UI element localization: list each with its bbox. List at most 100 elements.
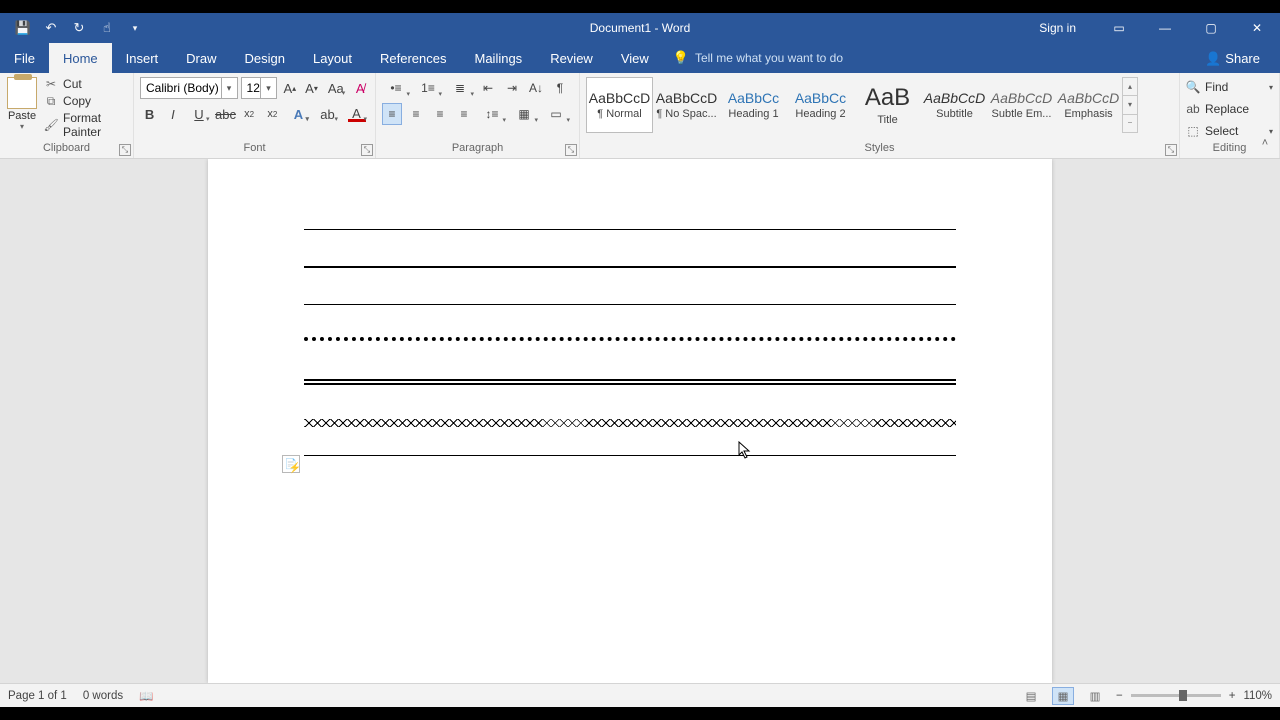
paste-button[interactable]: Paste ▾ [6,77,38,131]
zoom-level[interactable]: 110% [1243,690,1272,702]
style--normal[interactable]: AaBbCcD¶ Normal [586,77,653,133]
format-painter-button[interactable]: 🖌Format Painter [44,111,127,139]
numbering-button[interactable]: 1≡ [414,77,442,99]
spellcheck-icon[interactable]: 📖 [139,689,153,703]
sort-button[interactable]: A↓ [526,77,546,99]
cut-button[interactable]: ✂Cut [44,77,127,91]
show-marks-button[interactable]: ¶ [550,77,570,99]
grow-font-button[interactable]: A▴ [281,77,299,99]
share-button[interactable]: 👤 Share [1193,43,1272,73]
font-dialog-launcher[interactable]: ⤡ [361,144,373,156]
chevron-down-icon[interactable]: ▾ [260,78,276,98]
style-sample: AaBbCc [795,90,846,106]
borders-button[interactable]: ▭ [542,103,570,125]
style-heading-2[interactable]: AaBbCcHeading 2 [787,77,854,133]
tab-mailings[interactable]: Mailings [461,43,537,73]
tell-me-search[interactable]: 💡 Tell me what you want to do [673,43,843,73]
subscript-button[interactable]: x2 [240,103,259,125]
style-sample: AaBbCc [728,90,779,106]
style-subtle-em-[interactable]: AaBbCcDSubtle Em... [988,77,1055,133]
change-case-button[interactable]: Aa [324,77,347,99]
shrink-font-button[interactable]: A▾ [303,77,321,99]
zoom-in-button[interactable]: + [1229,690,1236,702]
print-layout-button[interactable]: ▦ [1052,687,1074,705]
increase-indent-button[interactable]: ⇥ [502,77,522,99]
save-icon[interactable]: 💾 [14,19,32,37]
paste-dropdown-icon[interactable]: ▾ [6,122,38,131]
chevron-down-icon[interactable]: ▾ [1269,83,1273,92]
underline-button[interactable]: U [187,103,212,125]
bold-button[interactable]: B [140,103,159,125]
tab-file[interactable]: File [0,43,49,73]
multilevel-list-button[interactable]: ≣ [446,77,474,99]
tab-view[interactable]: View [607,43,663,73]
read-mode-button[interactable]: ▤ [1020,687,1042,705]
tab-insert[interactable]: Insert [112,43,173,73]
styles-dialog-launcher[interactable]: ⤡ [1165,144,1177,156]
tab-design[interactable]: Design [231,43,299,73]
autocorrect-options-button[interactable]: 📄⚡ [282,455,300,473]
style--no-spac-[interactable]: AaBbCcD¶ No Spac... [653,77,720,133]
lightning-icon: ⚡ [289,463,301,474]
shading-button[interactable]: ▦ [510,103,538,125]
share-icon: 👤 [1205,51,1219,65]
bullets-button[interactable]: •≡ [382,77,410,99]
clear-formatting-button[interactable]: A̸ [351,77,369,99]
share-label: Share [1225,51,1260,66]
ribbon: Paste ▾ ✂Cut ⧉Copy 🖌Format Painter Clipb… [0,73,1280,159]
touch-mode-icon[interactable]: ☝︎ [98,19,116,37]
copy-button[interactable]: ⧉Copy [44,94,127,108]
line-spacing-button[interactable]: ↕≡ [478,103,506,125]
horizontal-line-wavy [304,419,956,427]
close-button[interactable]: ✕ [1234,13,1280,43]
tab-layout[interactable]: Layout [299,43,366,73]
page[interactable]: 📄⚡ [208,159,1052,683]
italic-button[interactable]: I [163,103,182,125]
group-font-label: Font [140,142,369,156]
tab-references[interactable]: References [366,43,460,73]
zoom-out-button[interactable]: − [1116,690,1123,702]
clipboard-dialog-launcher[interactable]: ⤡ [119,144,131,156]
page-indicator[interactable]: Page 1 of 1 [8,690,67,702]
chevron-down-icon[interactable]: ▾ [221,78,237,98]
collapse-ribbon-button[interactable]: ˄ [1256,134,1274,152]
lightbulb-icon: 💡 [673,50,689,66]
ribbon-tabs: File Home Insert Draw Design Layout Refe… [0,43,1280,73]
style-emphasis[interactable]: AaBbCcDEmphasis [1055,77,1122,133]
tab-home[interactable]: Home [49,43,112,73]
style-subtitle[interactable]: AaBbCcDSubtitle [921,77,988,133]
align-center-button[interactable]: ≡ [406,103,426,125]
qat-more-icon[interactable]: ▾ [126,19,144,37]
font-name-combo[interactable]: Calibri (Body)▾ [140,77,238,99]
font-size-combo[interactable]: 12▾ [241,77,277,99]
align-left-button[interactable]: ≡ [382,103,402,125]
document-area: 📄⚡ [0,159,1280,683]
web-layout-button[interactable]: ▥ [1084,687,1106,705]
redo-icon[interactable]: ↻ [70,19,88,37]
paste-icon [7,77,37,109]
undo-icon[interactable]: ↶ [42,19,60,37]
highlight-button[interactable]: ab [315,103,340,125]
ribbon-display-icon[interactable]: ▭ [1096,13,1142,43]
superscript-button[interactable]: x2 [263,103,282,125]
minimize-button[interactable]: — [1142,13,1188,43]
sign-in-link[interactable]: Sign in [1039,21,1076,35]
replace-button[interactable]: abReplace [1186,99,1273,119]
find-button[interactable]: 🔍Find▾ [1186,77,1273,97]
copy-icon: ⧉ [44,94,58,108]
style-title[interactable]: AaBTitle [854,77,921,133]
style-heading-1[interactable]: AaBbCcHeading 1 [720,77,787,133]
styles-more-button[interactable]: ▴▾⎯ [1122,77,1138,133]
strikethrough-button[interactable]: abc [216,103,236,125]
maximize-button[interactable]: ▢ [1188,13,1234,43]
word-count[interactable]: 0 words [83,690,123,702]
zoom-slider[interactable] [1131,694,1221,697]
justify-button[interactable]: ≡ [454,103,474,125]
font-color-button[interactable]: A [344,103,369,125]
paragraph-dialog-launcher[interactable]: ⤡ [565,144,577,156]
tab-draw[interactable]: Draw [172,43,230,73]
decrease-indent-button[interactable]: ⇤ [478,77,498,99]
text-effects-button[interactable]: A [286,103,311,125]
tab-review[interactable]: Review [536,43,607,73]
align-right-button[interactable]: ≡ [430,103,450,125]
